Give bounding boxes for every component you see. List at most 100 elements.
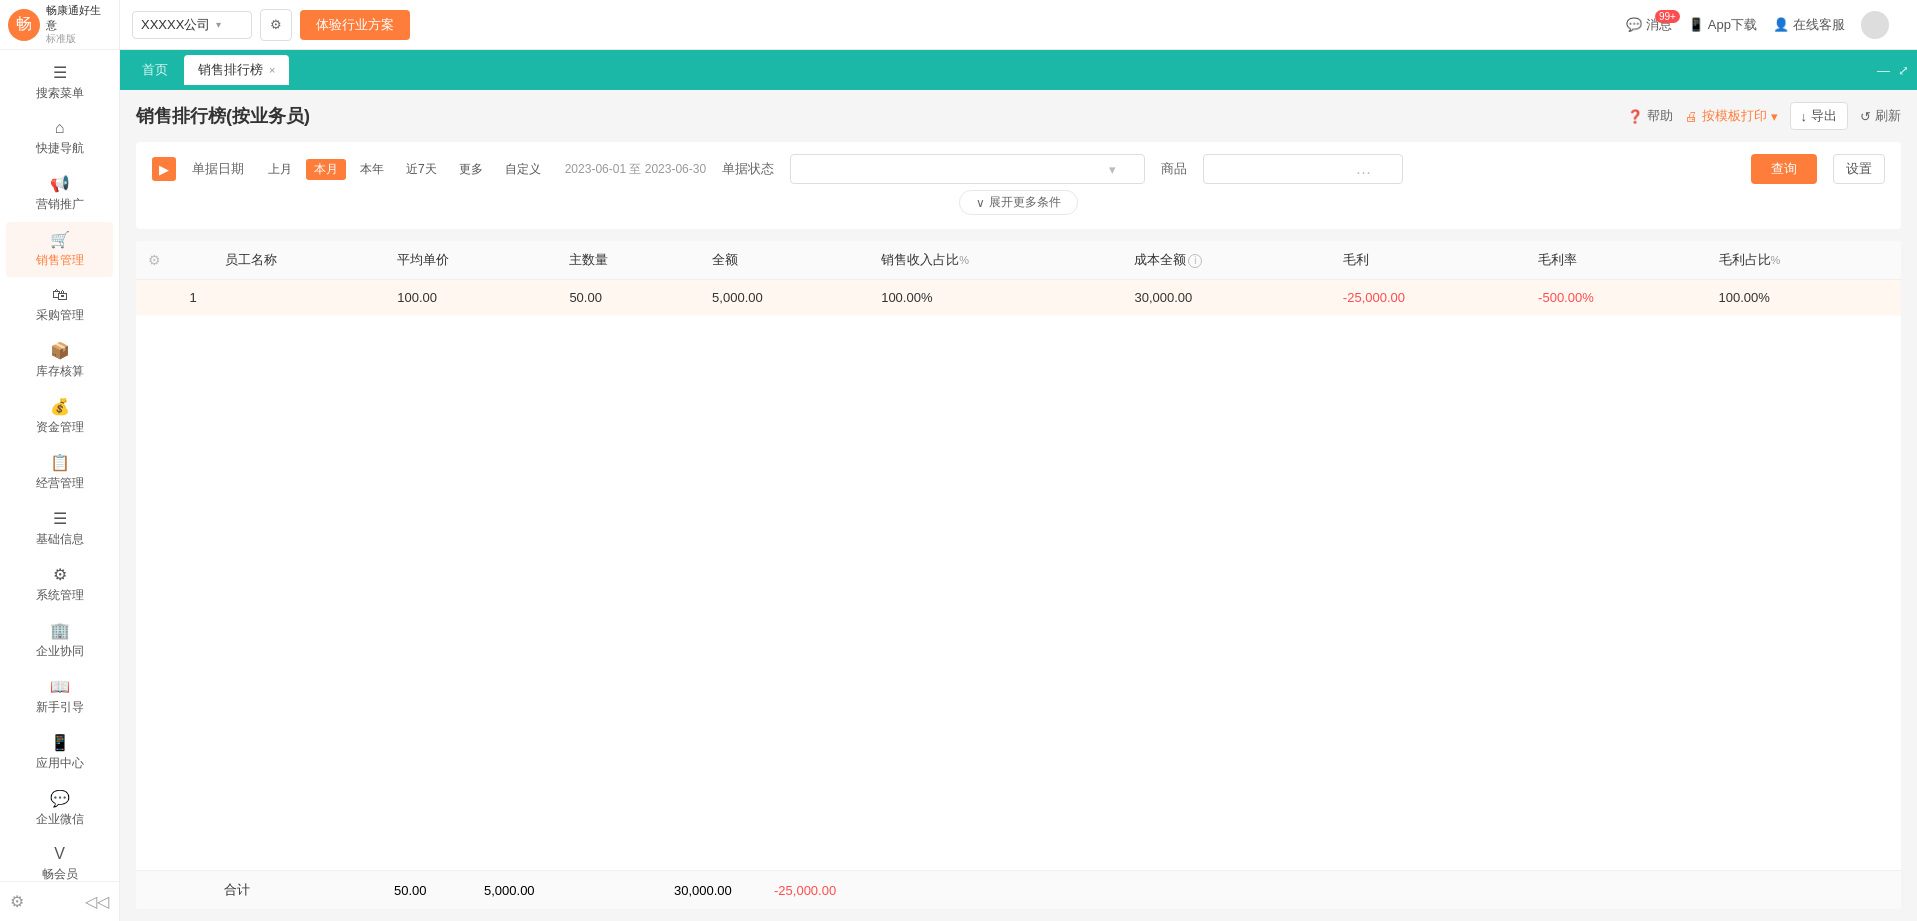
print-button[interactable]: 🖨 按模板打印 ▾ — [1685, 107, 1778, 125]
page-header: 销售排行榜(按业务员) ❓ 帮助 🖨 按模板打印 ▾ ↓ 导出 — [136, 102, 1901, 130]
sidebar: 畅 畅康通好生意 标准版 ☰ 搜索菜单 ⌂ 快捷导航 📢 营销推广 🛒 销售管理… — [0, 0, 120, 921]
sidebar-item-enterprise[interactable]: 🏢 企业协同 — [6, 613, 113, 668]
row-sales-pct: 100.00% — [869, 280, 1122, 316]
main-area: XXXXX公司 ▾ ⚙ 体验行业方案 💬 消息 99+ 📱 App下载 👤 在线… — [120, 0, 1917, 921]
sidebar-item-label: 新手引导 — [36, 699, 84, 716]
date-tab-7days[interactable]: 近7天 — [398, 159, 445, 180]
tab-sales-ranking[interactable]: 销售排行榜 × — [184, 55, 289, 85]
row-gross-margin: -500.00% — [1526, 280, 1706, 316]
table-row: 1 100.00 50.00 5,000.00 100.00% 30,000.0… — [136, 280, 1901, 316]
filter-bar: ▶ 单据日期 上月 本月 本年 近7天 更多 自定义 2023-06-01 至 … — [136, 142, 1901, 229]
gross-pct-icon: % — [1771, 254, 1781, 266]
topbar-right: 💬 消息 99+ 📱 App下载 👤 在线客服 — [1626, 11, 1905, 39]
sidebar-item-label: 企业微信 — [36, 811, 84, 828]
row-amount: 5,000.00 — [700, 280, 869, 316]
date-tab-this-month[interactable]: 本月 — [306, 159, 346, 180]
minimize-icon[interactable]: — — [1877, 63, 1890, 78]
export-label: 导出 — [1811, 107, 1837, 125]
message-button[interactable]: 💬 消息 99+ — [1626, 16, 1672, 34]
table-settings-icon[interactable]: ⚙ — [148, 252, 161, 268]
print-chevron-icon: ▾ — [1771, 109, 1778, 124]
col-gross-margin: 毛利率 — [1526, 241, 1706, 280]
row-settings — [136, 280, 173, 316]
status-select[interactable]: ▾ — [790, 154, 1144, 184]
page-content: 销售排行榜(按业务员) ❓ 帮助 🖨 按模板打印 ▾ ↓ 导出 — [120, 90, 1917, 921]
footer-quantity: 50.00 — [394, 883, 484, 898]
gear-icon: ⚙ — [270, 17, 282, 32]
col-amount: 全额 — [700, 241, 869, 280]
sidebar-item-label: 应用中心 — [36, 755, 84, 772]
export-button[interactable]: ↓ 导出 — [1790, 102, 1849, 130]
sidebar-item-member[interactable]: V 畅会员 — [6, 837, 113, 881]
sales-icon: 🛒 — [50, 230, 70, 249]
date-tab-last-month[interactable]: 上月 — [260, 159, 300, 180]
sidebar-item-wechat[interactable]: 💬 企业微信 — [6, 781, 113, 836]
company-selector[interactable]: XXXXX公司 ▾ — [132, 11, 252, 39]
page-actions: ❓ 帮助 🖨 按模板打印 ▾ ↓ 导出 ↺ 刷新 — [1627, 102, 1902, 130]
sidebar-item-basics[interactable]: ☰ 基础信息 — [6, 501, 113, 556]
refresh-label: 刷新 — [1875, 107, 1901, 125]
sidebar-item-system[interactable]: ⚙ 系统管理 — [6, 557, 113, 612]
sidebar-item-marketing[interactable]: 📢 营销推广 — [6, 166, 113, 221]
row-quantity: 50.00 — [557, 280, 700, 316]
sidebar-item-search[interactable]: ☰ 搜索菜单 — [6, 55, 113, 110]
row-gross-profit: -25,000.00 — [1331, 280, 1526, 316]
sidebar-item-operations[interactable]: 📋 经营管理 — [6, 445, 113, 500]
sidebar-item-finance[interactable]: 💰 资金管理 — [6, 389, 113, 444]
row-rank: 1 — [173, 280, 213, 316]
expand-row: ∨ 展开更多条件 — [152, 184, 1885, 217]
goods-more-icon[interactable]: … — [1356, 160, 1372, 178]
try-industry-button[interactable]: 体验行业方案 — [300, 10, 410, 40]
col-sales-pct: 销售收入占比% — [869, 241, 1122, 280]
sidebar-item-shortcuts[interactable]: ⌂ 快捷导航 — [6, 111, 113, 165]
logo-area: 畅 畅康通好生意 标准版 — [0, 0, 119, 50]
collapse-icon[interactable]: ◁◁ — [85, 892, 109, 911]
status-select-arrow: ▾ — [1109, 162, 1116, 177]
tab-home[interactable]: 首页 — [128, 55, 182, 85]
sidebar-item-guide[interactable]: 📖 新手引导 — [6, 669, 113, 724]
sidebar-item-label: 销售管理 — [36, 252, 84, 269]
footer-gross-profit: -25,000.00 — [774, 883, 874, 898]
purchase-icon: 🛍 — [52, 286, 68, 304]
app-download-button[interactable]: 📱 App下载 — [1688, 16, 1757, 34]
settings-button[interactable]: 设置 — [1833, 154, 1885, 184]
topbar: XXXXX公司 ▾ ⚙ 体验行业方案 💬 消息 99+ 📱 App下载 👤 在线… — [120, 0, 1917, 50]
date-tab-custom[interactable]: 自定义 — [497, 159, 549, 180]
company-name: XXXXX公司 — [141, 16, 210, 34]
marketing-icon: 📢 — [50, 174, 70, 193]
expand-arrow[interactable]: ▶ — [152, 157, 176, 181]
table-footer: 合计 50.00 5,000.00 30,000.00 -25,000.00 — [136, 870, 1901, 909]
settings-footer-icon[interactable]: ⚙ — [10, 892, 24, 911]
percent-icon: % — [959, 254, 969, 266]
col-gross-profit: 毛利 — [1331, 241, 1526, 280]
member-icon: V — [54, 845, 65, 863]
download-icon: 📱 — [1688, 17, 1704, 32]
date-tab-more[interactable]: 更多 — [451, 159, 491, 180]
expand-conditions-button[interactable]: ∨ 展开更多条件 — [959, 190, 1078, 215]
finance-icon: 💰 — [50, 397, 70, 416]
online-support-button[interactable]: 👤 在线客服 — [1773, 16, 1845, 34]
sidebar-item-inventory[interactable]: 📦 库存核算 — [6, 333, 113, 388]
query-button[interactable]: 查询 — [1751, 154, 1817, 184]
cost-info-icon[interactable]: i — [1188, 254, 1202, 268]
sidebar-item-label: 企业协同 — [36, 643, 84, 660]
wechat-icon: 💬 — [50, 789, 70, 808]
help-button[interactable]: ❓ 帮助 — [1627, 107, 1673, 125]
gear-button[interactable]: ⚙ — [260, 9, 292, 41]
goods-input[interactable]: … — [1203, 154, 1403, 184]
sidebar-item-sales[interactable]: 🛒 销售管理 — [6, 222, 113, 277]
footer-cost: 30,000.00 — [674, 883, 774, 898]
date-tab-this-year[interactable]: 本年 — [352, 159, 392, 180]
sidebar-item-purchase[interactable]: 🛍 采购管理 — [6, 278, 113, 332]
sidebar-item-apps[interactable]: 📱 应用中心 — [6, 725, 113, 780]
filter-row: ▶ 单据日期 上月 本月 本年 近7天 更多 自定义 2023-06-01 至 … — [152, 154, 1885, 184]
guide-icon: 📖 — [50, 677, 70, 696]
support-icon: 👤 — [1773, 17, 1789, 32]
table-container: ⚙ 员工名称 平均单价 主数量 全额 销售收入占比% 成本全额i 毛利 毛利率 … — [136, 241, 1901, 909]
refresh-button[interactable]: ↺ 刷新 — [1860, 107, 1901, 125]
expand-label: 展开更多条件 — [989, 194, 1061, 211]
col-settings[interactable]: ⚙ — [136, 241, 173, 280]
maximize-icon[interactable]: ⤢ — [1898, 63, 1909, 78]
tabbar: 首页 销售排行榜 × — ⤢ — [120, 50, 1917, 90]
tab-close-icon[interactable]: × — [269, 64, 275, 76]
